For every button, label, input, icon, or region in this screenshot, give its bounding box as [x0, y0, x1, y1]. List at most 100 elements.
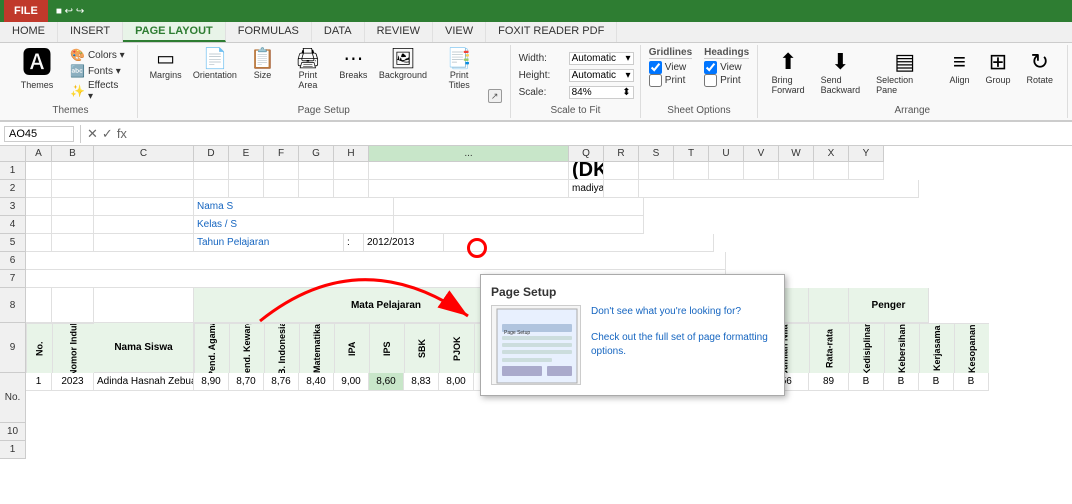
cell-d2[interactable]: [194, 180, 229, 198]
cell-rata-h8[interactable]: [809, 288, 849, 323]
cell-a3[interactable]: [26, 198, 52, 216]
cell-school[interactable]: madiyah Gunungsitoli: [569, 180, 604, 198]
fonts-button[interactable]: 🔤 Fonts ▾: [66, 63, 129, 79]
cell-b1[interactable]: [52, 162, 94, 180]
cell-u1[interactable]: [709, 162, 744, 180]
cell-kesopanan[interactable]: Kesopanan: [954, 323, 989, 373]
cell-rata-rata-h[interactable]: Rata-rata: [809, 323, 849, 373]
cell-mid1[interactable]: [369, 162, 569, 180]
cell-s1-pjok[interactable]: 8,00: [439, 373, 474, 391]
cell-s1-sbk[interactable]: 8,83: [404, 373, 439, 391]
cell-a5[interactable]: [26, 234, 52, 252]
background-button[interactable]: 🖼 Background: [375, 47, 430, 82]
cell-ipa[interactable]: IPA: [334, 323, 369, 373]
bring-forward-button[interactable]: ⬆ BringForward: [766, 47, 811, 97]
cell-h2[interactable]: [334, 180, 369, 198]
gridlines-print-check[interactable]: [649, 74, 662, 87]
group-button[interactable]: ⊞ Group: [979, 47, 1016, 87]
cell-d1[interactable]: [194, 162, 229, 180]
rotate-button[interactable]: ↻ Rotate: [1020, 47, 1059, 87]
send-backward-button[interactable]: ⬇ SendBackward: [815, 47, 867, 97]
cell-row6[interactable]: [26, 252, 726, 270]
cell-no-1[interactable]: 1: [26, 373, 52, 391]
effects-button[interactable]: ✨ Effects ▾: [66, 79, 129, 103]
cell-c8[interactable]: [94, 288, 194, 323]
file-button[interactable]: FILE: [4, 0, 48, 22]
cell-b8[interactable]: [52, 288, 94, 323]
tab-formulas[interactable]: FORMULAS: [226, 22, 312, 42]
cell-r2[interactable]: [604, 180, 639, 198]
cell-kedisiplinan[interactable]: Kedisiplinan: [849, 323, 884, 373]
cell-b-indonesia[interactable]: B. Indonesia: [264, 323, 299, 373]
size-button[interactable]: 📋 Size: [245, 47, 281, 82]
cell-t1[interactable]: [674, 162, 709, 180]
cell-s1-ips[interactable]: 8,60: [369, 373, 404, 391]
cell-f1[interactable]: [264, 162, 299, 180]
cell-mid2[interactable]: [369, 180, 569, 198]
cell-y1[interactable]: [849, 162, 884, 180]
cell-kerjasama[interactable]: Kerjasama: [919, 323, 954, 373]
confirm-icon[interactable]: ✓: [102, 126, 113, 142]
cell-r1[interactable]: [604, 162, 639, 180]
tab-review[interactable]: REVIEW: [365, 22, 433, 42]
tab-insert[interactable]: INSERT: [58, 22, 123, 42]
tab-foxit[interactable]: FOXIT READER PDF: [486, 22, 617, 42]
cell-s1-rata-rata[interactable]: 89: [809, 373, 849, 391]
align-button[interactable]: ≡ Align: [943, 47, 975, 87]
cell-c4[interactable]: [94, 216, 194, 234]
cell-b5[interactable]: [52, 234, 94, 252]
cell-kelas[interactable]: Kelas / S: [194, 216, 394, 234]
cell-g1[interactable]: [299, 162, 334, 180]
cell-sbk[interactable]: SBK: [404, 323, 439, 373]
cell-rest5[interactable]: [444, 234, 714, 252]
print-area-button[interactable]: 🖨 Print Area: [285, 47, 332, 92]
cell-a8[interactable]: [26, 288, 52, 323]
cell-wide2[interactable]: [639, 180, 919, 198]
cell-pend-agama[interactable]: Pend. Agama: [194, 323, 229, 373]
cell-s1-kedisiplinan[interactable]: B: [849, 373, 884, 391]
cancel-icon[interactable]: ✕: [87, 126, 98, 142]
tab-view[interactable]: VIEW: [433, 22, 486, 42]
tab-data[interactable]: DATA: [312, 22, 365, 42]
cell-f2[interactable]: [264, 180, 299, 198]
cell-rest4[interactable]: [394, 216, 644, 234]
tab-page-layout[interactable]: PAGE LAYOUT: [123, 22, 226, 42]
cell-s1-b-indo[interactable]: 8,76: [264, 373, 299, 391]
gridlines-view-check[interactable]: [649, 61, 662, 74]
cell-s1-ipa[interactable]: 9,00: [334, 373, 369, 391]
page-setup-dialog-launcher[interactable]: ↗: [488, 89, 502, 103]
formula-input[interactable]: [131, 127, 1068, 141]
cell-nomor-h[interactable]: Nomor Induk: [52, 323, 94, 373]
cell-c5[interactable]: [94, 234, 194, 252]
cell-penger-h8[interactable]: Penger: [849, 288, 929, 323]
breaks-button[interactable]: ⋯ Breaks: [335, 47, 371, 82]
cell-v1[interactable]: [744, 162, 779, 180]
cell-e1[interactable]: [229, 162, 264, 180]
cell-a1[interactable]: [26, 162, 52, 180]
cell-pend-kewarg[interactable]: Pend. Kewarg.: [229, 323, 264, 373]
cell-c1[interactable]: [94, 162, 194, 180]
height-dropdown[interactable]: Automatic▾: [569, 69, 634, 82]
cell-a4[interactable]: [26, 216, 52, 234]
cell-reference-input[interactable]: [4, 126, 74, 142]
cell-s1-mat[interactable]: 8,40: [299, 373, 334, 391]
cell-s1[interactable]: [639, 162, 674, 180]
print-titles-button[interactable]: 📑 Print Titles: [435, 47, 484, 92]
cell-a2[interactable]: [26, 180, 52, 198]
cell-nama[interactable]: Nama S: [194, 198, 394, 216]
orientation-button[interactable]: 📄 Orientation: [189, 47, 240, 82]
cell-s1-kebersihan[interactable]: B: [884, 373, 919, 391]
cell-b2[interactable]: [52, 180, 94, 198]
cell-x1[interactable]: [814, 162, 849, 180]
width-dropdown[interactable]: Automatic▾: [569, 52, 634, 65]
scale-spinner[interactable]: 84%⬍: [569, 86, 634, 99]
cell-s1-pend-kewarg[interactable]: 8,70: [229, 373, 264, 391]
cell-w1[interactable]: [779, 162, 814, 180]
cell-g2[interactable]: [299, 180, 334, 198]
cell-rest3[interactable]: [394, 198, 644, 216]
margins-button[interactable]: ▭ Margins: [146, 47, 185, 82]
headings-view-check[interactable]: [704, 61, 717, 74]
cell-s1-kesopanan[interactable]: B: [954, 373, 989, 391]
cell-matematika[interactable]: Matematika: [299, 323, 334, 373]
cell-kebersihan[interactable]: Kebersihan: [884, 323, 919, 373]
